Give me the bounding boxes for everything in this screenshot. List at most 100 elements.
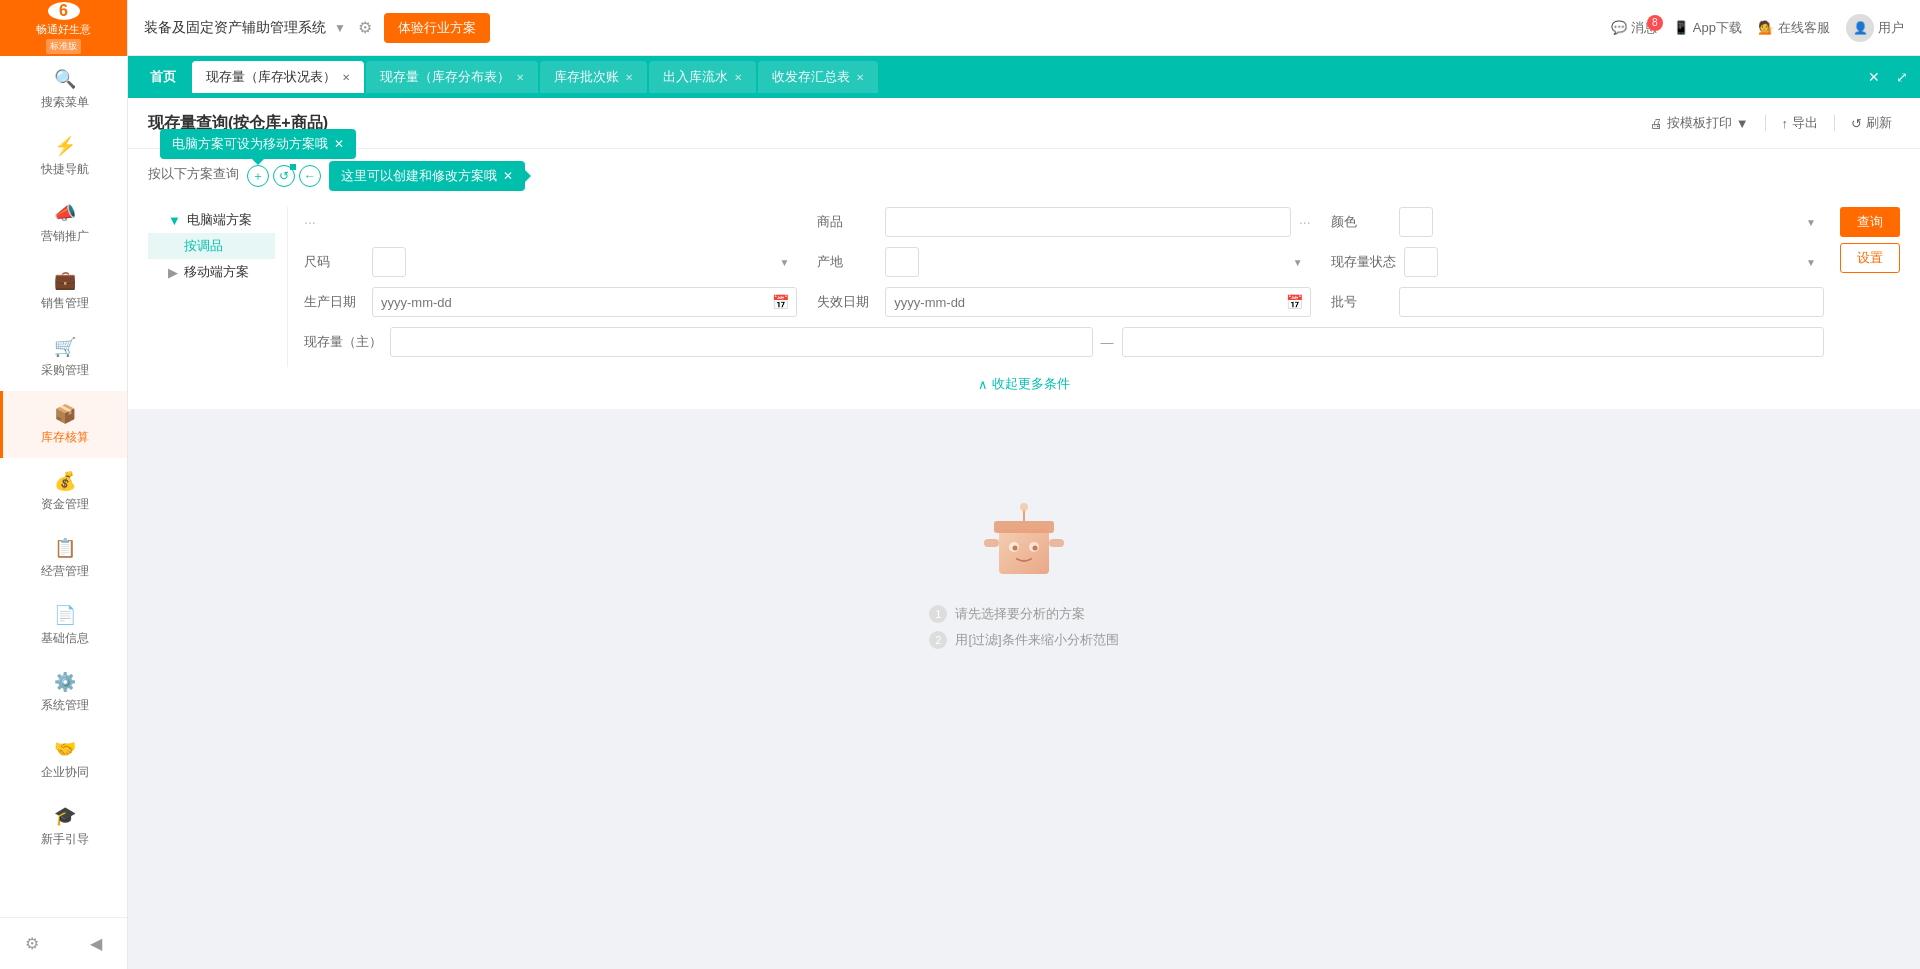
sidebar-item-search[interactable]: 🔍 搜索菜单 [0, 56, 127, 123]
support-label: 在线客服 [1778, 19, 1830, 37]
sidebar-footer: ⚙ ◀ [0, 917, 127, 969]
reset-button[interactable]: 设置 [1840, 243, 1900, 273]
desktop-scheme-label: 电脑端方案 [187, 211, 252, 229]
user-btn[interactable]: 👤 用户 [1846, 14, 1904, 42]
tab-inventory-status-label: 现存量（库存状况表） [206, 68, 336, 86]
size-select-wrap [372, 247, 797, 277]
logo-badge: 标准版 [46, 39, 81, 54]
batch-no-input[interactable] [1399, 287, 1824, 317]
message-btn[interactable]: 💬 8 消息 [1611, 19, 1657, 37]
sidebar-item-enterprise[interactable]: 🤝 企业协同 [0, 726, 127, 793]
app-download-btn[interactable]: 📱 App下载 [1673, 19, 1742, 37]
desktop-scheme-item-1[interactable]: 按调品 [148, 233, 275, 259]
tab-collect-close[interactable]: ✕ [856, 72, 864, 83]
sidebar-logo: 6 畅通好生意 标准版 [0, 0, 127, 56]
refresh-dot [290, 164, 296, 170]
tooltip-edit: 这里可以创建和修改方案哦 ✕ [329, 161, 525, 191]
tab-expand-icon[interactable]: ⤢ [1892, 67, 1912, 87]
tab-home[interactable]: 首页 [136, 61, 190, 93]
stock-main-to[interactable] [1122, 327, 1825, 357]
empty-steps: 1 请先选择要分析的方案 2 用[过滤]条件来缩小分析范围 [929, 601, 1118, 653]
tooltip-edit-close[interactable]: ✕ [503, 169, 513, 183]
tab-close-all-icon[interactable]: ✕ [1864, 67, 1884, 87]
guide-icon: 🎓 [54, 805, 76, 827]
tab-inventory-dist-close[interactable]: ✕ [516, 72, 524, 83]
goods-input[interactable] [885, 207, 1291, 237]
svg-rect-8 [984, 539, 999, 547]
tooltip-desktop-close[interactable]: ✕ [334, 137, 344, 151]
print-template-btn[interactable]: 🖨 按模板打印 ▼ [1642, 110, 1757, 136]
sidebar-item-marketing[interactable]: 📣 营销推广 [0, 190, 127, 257]
sidebar-item-sales[interactable]: 💼 销售管理 [0, 257, 127, 324]
message-badge: 8 [1647, 15, 1663, 31]
sidebar-item-operations[interactable]: 📋 经营管理 [0, 525, 127, 592]
back-scheme-container: ← 这里可以创建和修改方案哦 ✕ [299, 165, 321, 187]
stock-main-from[interactable] [390, 327, 1093, 357]
more-dots-icon-2[interactable]: ··· [1299, 214, 1311, 230]
header-right: 💬 8 消息 📱 App下载 💁 在线客服 👤 用户 [1611, 14, 1904, 42]
stock-status-select-wrap [1404, 247, 1824, 277]
filter-row-1: ··· 商品 ··· 颜色 [304, 207, 1824, 237]
refresh-scheme-btn[interactable]: ↺ [273, 165, 295, 187]
export-btn[interactable]: ↑ 导出 [1774, 110, 1827, 136]
collapse-sidebar-icon[interactable]: ◀ [86, 930, 106, 957]
size-select[interactable] [372, 247, 406, 277]
tab-in-out[interactable]: 出入库流水 ✕ [649, 61, 756, 93]
sidebar-item-finance[interactable]: 💰 资金管理 [0, 458, 127, 525]
trial-button[interactable]: 体验行业方案 [384, 13, 490, 43]
empty-illustration [974, 489, 1074, 589]
tab-collect[interactable]: 收发存汇总表 ✕ [758, 61, 878, 93]
svg-point-4 [1013, 546, 1018, 551]
search-icon: 🔍 [54, 68, 76, 90]
color-select[interactable] [1399, 207, 1433, 237]
sidebar-item-quick[interactable]: ⚡ 快捷导航 [0, 123, 127, 190]
step-2-text: 用[过滤]条件来缩小分析范围 [955, 627, 1118, 653]
settings-footer-icon[interactable]: ⚙ [21, 930, 43, 957]
sidebar-item-basic[interactable]: 📄 基础信息 [0, 592, 127, 659]
tab-in-out-close[interactable]: ✕ [734, 72, 742, 83]
produce-date-input[interactable] [372, 287, 797, 317]
marketing-icon: 📣 [54, 202, 76, 224]
sidebar-item-inventory[interactable]: 📦 库存核算 [0, 391, 127, 458]
svg-rect-9 [1049, 539, 1064, 547]
more-dots-icon-1[interactable]: ··· [304, 214, 316, 230]
sidebar-item-system[interactable]: ⚙️ 系统管理 [0, 659, 127, 726]
tab-batch-close[interactable]: ✕ [625, 72, 633, 83]
message-icon: 💬 [1611, 20, 1627, 35]
tab-inventory-status-close[interactable]: ✕ [342, 72, 350, 83]
size-label: 尺码 [304, 253, 364, 271]
action-divider-2 [1834, 115, 1835, 131]
quick-icon: ⚡ [54, 135, 76, 157]
refresh-btn[interactable]: ↺ 刷新 [1843, 110, 1900, 136]
filter-header: 按以下方案查询 电脑方案可设为移动方案哦 ✕ ＋ [148, 165, 1900, 195]
desktop-scheme-group[interactable]: ▼ 电脑端方案 [148, 207, 275, 233]
add-scheme-container: 电脑方案可设为移动方案哦 ✕ ＋ [247, 165, 269, 187]
mobile-scheme-group[interactable]: ▶ 移动端方案 [148, 259, 275, 285]
tab-inventory-dist[interactable]: 现存量（库存分布表） ✕ [366, 61, 538, 93]
tab-in-out-label: 出入库流水 [663, 68, 728, 86]
goods-label: 商品 [817, 213, 877, 231]
filter-row-4: 现存量（主） — [304, 327, 1824, 357]
support-btn[interactable]: 💁 在线客服 [1758, 19, 1830, 37]
empty-state: 1 请先选择要分析的方案 2 用[过滤]条件来缩小分析范围 [128, 409, 1920, 733]
stock-status-select[interactable] [1404, 247, 1438, 277]
tab-inventory-dist-label: 现存量（库存分布表） [380, 68, 510, 86]
origin-select[interactable] [885, 247, 919, 277]
tab-inventory-status[interactable]: 现存量（库存状况表） ✕ [192, 61, 364, 93]
tooltip-desktop-text: 电脑方案可设为移动方案哦 [172, 135, 328, 153]
back-scheme-btn[interactable]: ← [299, 165, 321, 187]
settings-icon-btn[interactable]: ⚙ [354, 14, 376, 41]
produce-date-label: 生产日期 [304, 293, 364, 311]
expire-date-input[interactable] [885, 287, 1310, 317]
print-arrow-icon: ▼ [1736, 116, 1749, 131]
sidebar-item-guide[interactable]: 🎓 新手引导 [0, 793, 127, 860]
search-button[interactable]: 查询 [1840, 207, 1900, 237]
produce-date-cal-icon[interactable]: 📅 [772, 294, 789, 310]
tab-batch[interactable]: 库存批次账 ✕ [540, 61, 647, 93]
expire-date-cal-icon[interactable]: 📅 [1286, 294, 1303, 310]
top-header: 装备及固定资产辅助管理系统 ▼ ⚙ 体验行业方案 💬 8 消息 📱 App下载 … [128, 0, 1920, 56]
sidebar-item-purchase[interactable]: 🛒 采购管理 [0, 324, 127, 391]
collapse-bar[interactable]: ∧ 收起更多条件 [148, 367, 1900, 401]
sidebar-nav: 🔍 搜索菜单 ⚡ 快捷导航 📣 营销推广 💼 销售管理 🛒 采购管理 📦 库存核… [0, 56, 127, 917]
filter-area: 按以下方案查询 电脑方案可设为移动方案哦 ✕ ＋ [128, 149, 1920, 409]
